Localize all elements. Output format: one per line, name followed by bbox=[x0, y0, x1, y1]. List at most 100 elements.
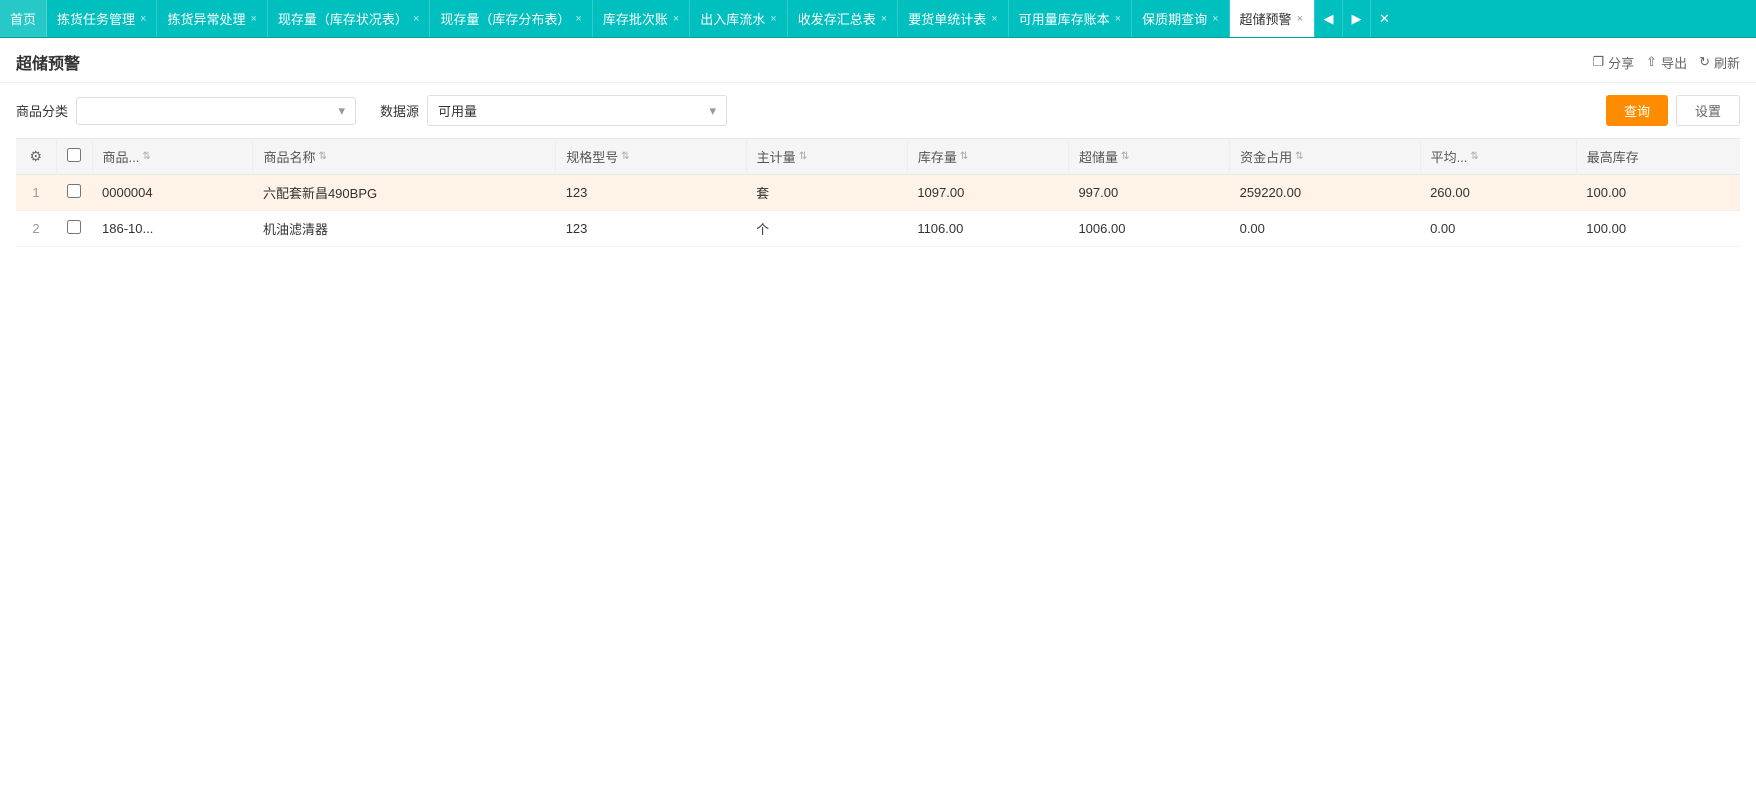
nav-tab-stock-dist-close[interactable]: × bbox=[575, 13, 581, 25]
nav-tab-order-stats[interactable]: 要货单统计表 × bbox=[898, 0, 1008, 38]
col-over-stock-label: 超储量 bbox=[1079, 147, 1118, 166]
row-max-stock: 100.00 bbox=[1576, 211, 1740, 247]
datasource-select[interactable]: 可用量 ▾ bbox=[427, 95, 727, 126]
row-checkbox[interactable] bbox=[67, 220, 81, 234]
set-button[interactable]: 设置 bbox=[1676, 95, 1740, 126]
nav-tab-task-label: 拣货任务管理 bbox=[57, 9, 135, 28]
share-label: 分享 bbox=[1608, 53, 1634, 72]
row-unit: 个 bbox=[746, 211, 907, 247]
nav-tab-inout-label: 出入库流水 bbox=[700, 9, 765, 28]
row-spec: 123 bbox=[556, 211, 746, 247]
col-spec[interactable]: 规格型号 ⇅ bbox=[556, 139, 746, 175]
nav-tab-abnormal-label: 拣货异常处理 bbox=[167, 9, 245, 28]
nav-close-arrow[interactable]: ✕ bbox=[1370, 0, 1398, 38]
nav-tab-summary[interactable]: 收发存汇总表 × bbox=[788, 0, 898, 38]
row-capital: 259220.00 bbox=[1230, 175, 1420, 211]
row-max-stock: 100.00 bbox=[1576, 175, 1740, 211]
nav-tab-abnormal[interactable]: 拣货异常处理 × bbox=[157, 0, 267, 38]
export-button[interactable]: ⇧ 导出 bbox=[1646, 53, 1687, 72]
row-product-name: 六配套新昌490BPG bbox=[253, 175, 556, 211]
nav-tab-available[interactable]: 可用量库存账本 × bbox=[1009, 0, 1132, 38]
row-number: 1 bbox=[16, 175, 56, 211]
col-stock-label: 库存量 bbox=[918, 147, 957, 166]
row-checkbox[interactable] bbox=[67, 184, 81, 198]
row-checkbox-cell bbox=[56, 175, 92, 211]
nav-tab-batch-close[interactable]: × bbox=[673, 13, 679, 25]
row-unit: 套 bbox=[746, 175, 907, 211]
nav-tab-stock-status-close[interactable]: × bbox=[413, 13, 419, 25]
col-over-stock-sort-icon: ⇅ bbox=[1121, 151, 1129, 162]
col-capital[interactable]: 资金占用 ⇅ bbox=[1230, 139, 1420, 175]
nav-tab-batch[interactable]: 库存批次账 × bbox=[593, 0, 690, 38]
nav-tab-expiry-label: 保质期查询 bbox=[1142, 9, 1207, 28]
query-button[interactable]: 查询 bbox=[1606, 95, 1668, 126]
category-select[interactable]: ▾ bbox=[76, 97, 356, 125]
row-checkbox-cell bbox=[56, 211, 92, 247]
row-stock: 1097.00 bbox=[907, 175, 1068, 211]
datasource-filter: 数据源 可用量 ▾ bbox=[380, 95, 727, 126]
share-button[interactable]: ❐ 分享 bbox=[1592, 53, 1634, 72]
col-capital-label: 资金占用 bbox=[1240, 147, 1292, 166]
nav-tab-inout-close[interactable]: × bbox=[770, 13, 776, 25]
nav-tab-task[interactable]: 拣货任务管理 × bbox=[47, 0, 157, 38]
col-product-name-label: 商品名称 bbox=[263, 147, 315, 166]
refresh-button[interactable]: ↻ 刷新 bbox=[1699, 53, 1740, 72]
nav-tab-summary-label: 收发存汇总表 bbox=[798, 9, 876, 28]
col-unit[interactable]: 主计量 ⇅ bbox=[746, 139, 907, 175]
nav-tab-inout[interactable]: 出入库流水 × bbox=[690, 0, 787, 38]
filter-area: 商品分类 ▾ 数据源 可用量 ▾ 查询 设置 bbox=[0, 83, 1756, 138]
select-all-checkbox[interactable] bbox=[67, 148, 81, 162]
col-max-stock-label: 最高库存 bbox=[1587, 147, 1639, 166]
nav-tab-stock-dist-label: 现存量（库存分布表） bbox=[440, 9, 570, 28]
row-product-code: 186-10... bbox=[92, 211, 253, 247]
nav-tab-stock-status[interactable]: 现存量（库存状况表） × bbox=[268, 0, 430, 38]
nav-tab-order-stats-close[interactable]: × bbox=[991, 13, 997, 25]
nav-tab-stock-status-label: 现存量（库存状况表） bbox=[278, 9, 408, 28]
export-label: 导出 bbox=[1661, 53, 1687, 72]
row-number: 2 bbox=[16, 211, 56, 247]
top-navigation: 首页 拣货任务管理 × 拣货异常处理 × 现存量（库存状况表） × 现存量（库存… bbox=[0, 0, 1756, 38]
table-header-row: ⚙ 商品... ⇅ 商品名称 ⇅ bbox=[16, 139, 1740, 175]
table-container: ⚙ 商品... ⇅ 商品名称 ⇅ bbox=[0, 138, 1756, 247]
nav-tab-batch-label: 库存批次账 bbox=[603, 9, 668, 28]
nav-next-arrow[interactable]: ▶ bbox=[1342, 0, 1370, 38]
refresh-icon: ↻ bbox=[1699, 54, 1710, 70]
page-container: 超储预警 ❐ 分享 ⇧ 导出 ↻ 刷新 商品分类 ▾ 数据源 bbox=[0, 38, 1756, 800]
nav-prev-arrow[interactable]: ◀ bbox=[1314, 0, 1342, 38]
col-stock-sort-icon: ⇅ bbox=[960, 151, 968, 162]
nav-tab-overstock[interactable]: 超储预警 × bbox=[1230, 0, 1314, 38]
nav-tab-available-label: 可用量库存账本 bbox=[1019, 9, 1110, 28]
col-gear: ⚙ bbox=[16, 139, 56, 175]
nav-tab-task-close[interactable]: × bbox=[140, 13, 146, 25]
nav-tab-order-stats-label: 要货单统计表 bbox=[908, 9, 986, 28]
col-capital-sort-icon: ⇅ bbox=[1295, 151, 1303, 162]
col-max-stock[interactable]: 最高库存 bbox=[1576, 139, 1740, 175]
nav-tab-expiry-close[interactable]: × bbox=[1212, 13, 1218, 25]
col-spec-sort-icon: ⇅ bbox=[621, 151, 629, 162]
nav-tab-summary-close[interactable]: × bbox=[881, 13, 887, 25]
col-product-name[interactable]: 商品名称 ⇅ bbox=[253, 139, 556, 175]
page-title: 超储预警 bbox=[16, 50, 80, 74]
row-over-stock: 1006.00 bbox=[1068, 211, 1229, 247]
row-product-code: 0000004 bbox=[92, 175, 253, 211]
category-filter: 商品分类 ▾ bbox=[16, 97, 356, 125]
nav-tab-home[interactable]: 首页 bbox=[0, 0, 47, 38]
col-product-name-sort-icon: ⇅ bbox=[318, 151, 326, 162]
col-stock[interactable]: 库存量 ⇅ bbox=[907, 139, 1068, 175]
page-header: 超储预警 ❐ 分享 ⇧ 导出 ↻ 刷新 bbox=[0, 38, 1756, 83]
col-avg[interactable]: 平均... ⇅ bbox=[1420, 139, 1576, 175]
data-table: ⚙ 商品... ⇅ 商品名称 ⇅ bbox=[16, 138, 1740, 247]
row-avg: 260.00 bbox=[1420, 175, 1576, 211]
col-product-code-sort-icon: ⇅ bbox=[142, 151, 150, 162]
row-product-name: 机油滤清器 bbox=[253, 211, 556, 247]
nav-tab-available-close[interactable]: × bbox=[1115, 13, 1121, 25]
nav-tab-stock-dist[interactable]: 现存量（库存分布表） × bbox=[430, 0, 592, 38]
col-product-code[interactable]: 商品... ⇅ bbox=[92, 139, 253, 175]
nav-tab-overstock-close[interactable]: × bbox=[1297, 13, 1303, 25]
table-gear-icon[interactable]: ⚙ bbox=[29, 148, 42, 164]
nav-tab-abnormal-close[interactable]: × bbox=[250, 13, 256, 25]
nav-tab-expiry[interactable]: 保质期查询 × bbox=[1132, 0, 1229, 38]
col-unit-sort-icon: ⇅ bbox=[799, 151, 807, 162]
datasource-filter-label: 数据源 bbox=[380, 101, 419, 120]
col-over-stock[interactable]: 超储量 ⇅ bbox=[1068, 139, 1229, 175]
